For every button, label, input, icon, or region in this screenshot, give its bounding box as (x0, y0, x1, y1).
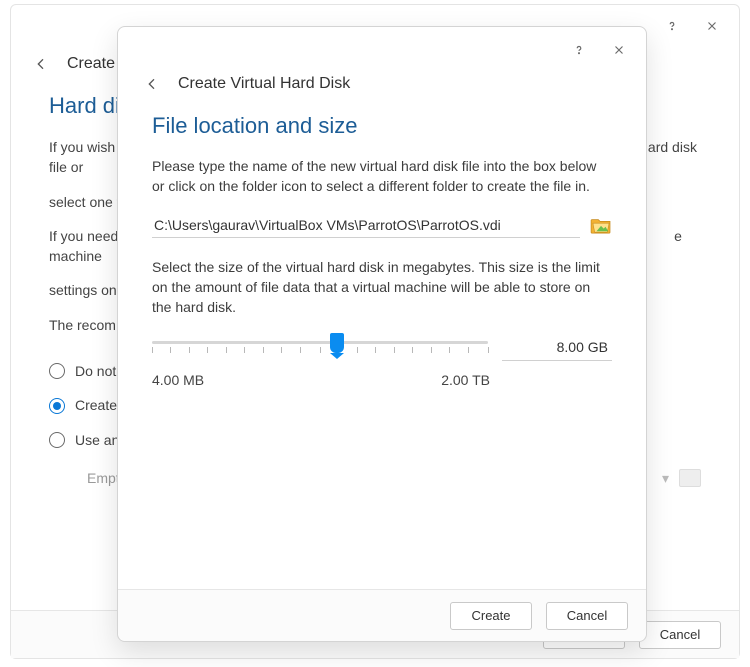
size-max-label: 2.00 TB (441, 371, 490, 391)
browse-folder-icon[interactable] (679, 469, 701, 487)
dialog-body: Please type the name of the new virtual … (118, 157, 646, 589)
folder-browse-icon[interactable] (590, 216, 612, 234)
dialog-footer: Create Cancel (118, 589, 646, 641)
section-title: File location and size (152, 113, 646, 139)
dialog-title: Create Virtual Hard Disk (178, 75, 350, 93)
parent-text-line: If you wish (49, 139, 115, 155)
file-path-input[interactable] (152, 213, 580, 238)
parent-text-line: If you need (49, 228, 118, 244)
radio-icon[interactable] (49, 398, 65, 414)
size-description: Select the size of the virtual hard disk… (152, 258, 612, 318)
back-arrow-icon[interactable] (33, 56, 49, 72)
size-slider[interactable] (152, 333, 488, 363)
help-icon[interactable] (665, 19, 679, 33)
size-value-field[interactable]: 8.00 GB (502, 336, 612, 361)
slider-handle[interactable] (330, 333, 344, 353)
size-min-label: 4.00 MB (152, 371, 204, 391)
size-slider-area: 8.00 GB 4.00 MB 2.00 TB (152, 333, 612, 391)
dialog-titlebar (118, 27, 646, 57)
file-path-row (152, 213, 612, 238)
create-hard-disk-dialog: Create Virtual Hard Disk File location a… (117, 26, 647, 642)
help-icon[interactable] (572, 43, 586, 57)
location-description: Please type the name of the new virtual … (152, 157, 612, 197)
cancel-button[interactable]: Cancel (546, 602, 628, 630)
parent-cancel-button[interactable]: Cancel (639, 621, 721, 649)
radio-icon[interactable] (49, 432, 65, 448)
close-icon[interactable] (612, 43, 626, 57)
close-icon[interactable] (705, 19, 719, 33)
back-arrow-icon[interactable] (144, 76, 160, 92)
radio-icon[interactable] (49, 363, 65, 379)
dialog-header: Create Virtual Hard Disk (118, 57, 646, 93)
create-button[interactable]: Create (450, 602, 532, 630)
